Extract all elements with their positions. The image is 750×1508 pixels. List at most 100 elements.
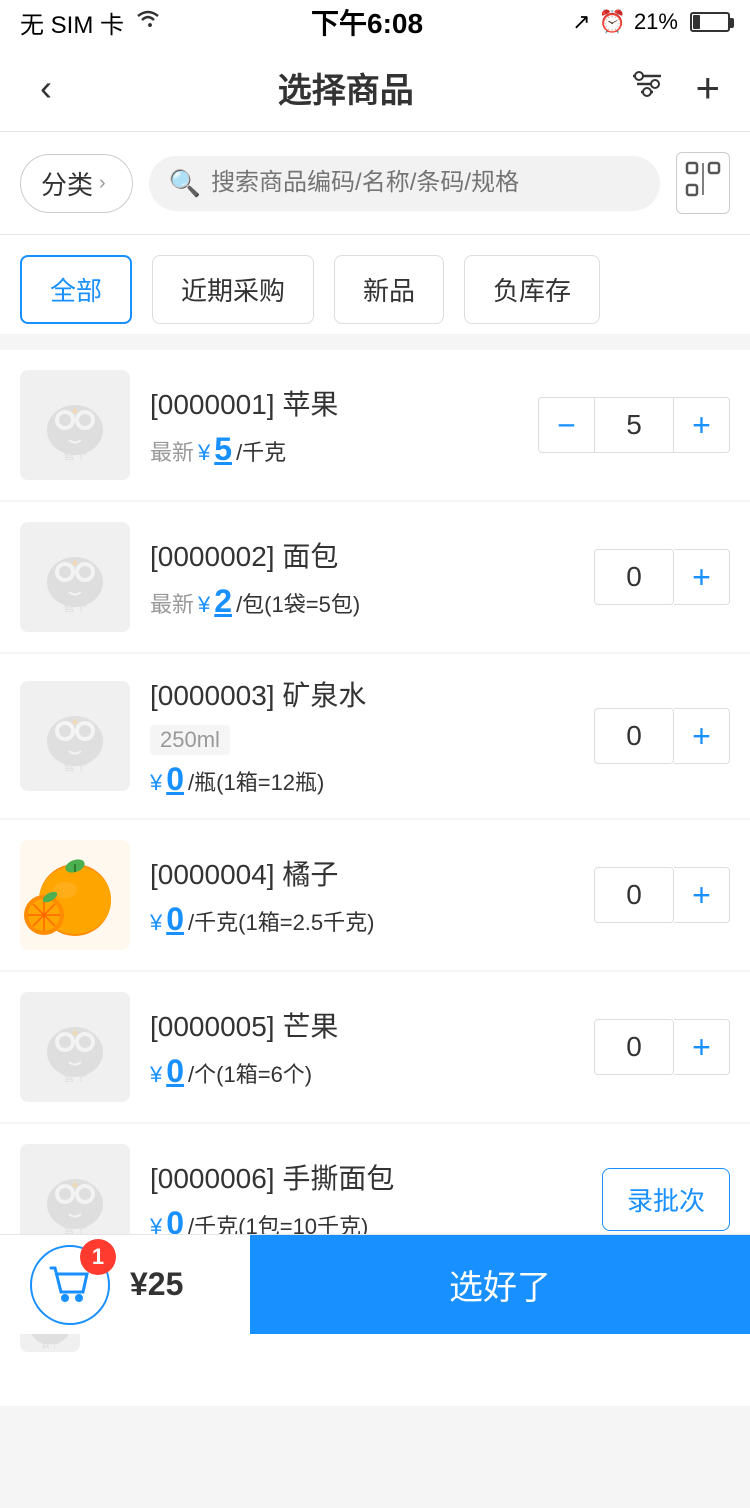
qty-input[interactable] [594, 1019, 674, 1075]
search-input-wrap: 🔍 [149, 156, 660, 211]
list-item: 管十 [0000002] 面包 最新 ¥ 2 /包(1袋=5包) + [0, 502, 750, 652]
price-currency-icon: ¥ [150, 770, 162, 796]
product-thumbnail: 管十 [20, 370, 130, 480]
batch-button[interactable]: 录批次 [602, 1168, 730, 1231]
qty-input[interactable] [594, 397, 674, 453]
product-thumbnail [20, 840, 130, 950]
price-currency-icon: ¥ [198, 592, 210, 618]
search-icon: 🔍 [169, 168, 201, 199]
battery-percent: 21% [634, 9, 678, 35]
cart-icon-button[interactable]: 1 [30, 1245, 110, 1325]
product-info: [0000004] 橘子 ¥ 0 /千克(1箱=2.5千克) [150, 853, 594, 938]
product-info: [0000002] 面包 最新 ¥ 2 /包(1袋=5包) [150, 535, 594, 620]
price-unit: /瓶(1箱=12瓶) [188, 765, 324, 797]
carrier-label: 无 SIM 卡 [20, 5, 124, 40]
product-name: [0000003] 矿泉水 [150, 674, 594, 714]
qty-decrease-button[interactable]: − [538, 397, 594, 453]
quantity-control: + [594, 867, 730, 923]
placeholder-owl-icon: 管十 [35, 1007, 115, 1087]
price-unit: /个(1箱=6个) [188, 1057, 312, 1089]
orange-image-icon [20, 840, 130, 950]
placeholder-owl-icon: 管十 [35, 696, 115, 776]
page-title: 选择商品 [278, 63, 414, 112]
price-unit: /包(1袋=5包) [236, 587, 360, 619]
list-item: 管十 [0000005] 芒果 ¥ 0 /个(1箱=6个) + [0, 972, 750, 1122]
product-info: [0000001] 苹果 最新 ¥ 5 /千克 [150, 383, 538, 468]
scan-icon[interactable] [676, 152, 730, 214]
status-left: 无 SIM 卡 [20, 5, 162, 40]
price-label: 最新 [150, 435, 194, 467]
product-info: [0000003] 矿泉水 250ml ¥ 0 /瓶(1箱=12瓶) [150, 674, 594, 798]
price-value: 0 [166, 901, 184, 938]
qty-input[interactable] [594, 867, 674, 923]
product-price: ¥ 0 /瓶(1箱=12瓶) [150, 761, 594, 798]
qty-increase-button[interactable]: + [674, 867, 730, 923]
wifi-icon [134, 8, 162, 36]
product-name: [0000006] 手撕面包 [150, 1157, 602, 1197]
svg-text:管十: 管十 [63, 599, 87, 614]
price-value: 2 [214, 583, 232, 620]
category-label: 分类 [41, 165, 93, 202]
price-currency-icon: ¥ [198, 440, 210, 466]
product-spec: 250ml [150, 725, 230, 755]
price-currency-icon: ¥ [150, 1062, 162, 1088]
quantity-control: + [594, 708, 730, 764]
svg-text:管十: 管十 [63, 1069, 87, 1084]
placeholder-owl-icon: 管十 [35, 385, 115, 465]
alarm-icon: ⏰ [599, 9, 626, 35]
tab-new[interactable]: 新品 [334, 255, 444, 324]
product-price: 最新 ¥ 2 /包(1袋=5包) [150, 583, 594, 620]
product-name: [0000001] 苹果 [150, 383, 538, 423]
quantity-control: − + [538, 397, 730, 453]
back-button[interactable]: ‹ [30, 57, 62, 119]
list-item: [0000004] 橘子 ¥ 0 /千克(1箱=2.5千克) + [0, 820, 750, 970]
tab-all[interactable]: 全部 [20, 255, 132, 324]
search-input[interactable] [211, 169, 640, 197]
filter-icon[interactable] [629, 67, 665, 109]
nav-bar: ‹ 选择商品 + [0, 44, 750, 132]
qty-increase-button[interactable]: + [674, 549, 730, 605]
product-price: ¥ 0 /个(1箱=6个) [150, 1053, 594, 1090]
price-value: 0 [166, 761, 184, 798]
qty-increase-button[interactable]: + [674, 1019, 730, 1075]
placeholder-owl-icon: 管十 [35, 1159, 115, 1239]
list-item: 管十 [0000001] 苹果 最新 ¥ 5 /千克 − + [0, 350, 750, 500]
product-price: 最新 ¥ 5 /千克 [150, 431, 538, 468]
price-label: 最新 [150, 587, 194, 619]
price-value: 0 [166, 1053, 184, 1090]
location-icon: ↗ [572, 9, 590, 35]
add-icon[interactable]: + [695, 64, 720, 112]
svg-text:管十: 管十 [41, 1339, 59, 1350]
qty-increase-button[interactable]: + [674, 397, 730, 453]
category-button[interactable]: 分类 › [20, 154, 133, 213]
tab-recent[interactable]: 近期采购 [152, 255, 314, 324]
price-currency-icon: ¥ [150, 910, 162, 936]
quantity-control: + [594, 1019, 730, 1075]
price-unit: /千克(1箱=2.5千克) [188, 905, 374, 937]
quantity-control: + [594, 549, 730, 605]
product-name: [0000002] 面包 [150, 535, 594, 575]
cart-section: 1 ¥25 [0, 1245, 250, 1325]
status-right: ↗ ⏰ 21% [572, 9, 730, 35]
list-item: 管十 [0000003] 矿泉水 250ml ¥ 0 /瓶(1箱=12瓶) + [0, 654, 750, 818]
cart-badge: 1 [80, 1239, 116, 1275]
price-unit: /千克 [236, 435, 286, 467]
svg-text:管十: 管十 [63, 447, 87, 462]
cart-total: ¥25 [130, 1266, 183, 1303]
product-info: [0000005] 芒果 ¥ 0 /个(1箱=6个) [150, 1005, 594, 1090]
tab-negative[interactable]: 负库存 [464, 255, 600, 324]
status-bar: 无 SIM 卡 下午6:08 ↗ ⏰ 21% [0, 0, 750, 44]
qty-input[interactable] [594, 549, 674, 605]
qty-input[interactable] [594, 708, 674, 764]
product-thumbnail: 管十 [20, 992, 130, 1102]
product-thumbnail: 管十 [20, 681, 130, 791]
placeholder-owl-icon: 管十 [35, 537, 115, 617]
product-price: ¥ 0 /千克(1箱=2.5千克) [150, 901, 594, 938]
qty-increase-button[interactable]: + [674, 708, 730, 764]
product-thumbnail: 管十 [20, 522, 130, 632]
confirm-button[interactable]: 选好了 [250, 1235, 750, 1334]
nav-actions: + [629, 64, 720, 112]
svg-text:管十: 管十 [63, 758, 87, 773]
battery-icon [690, 12, 730, 32]
filter-tabs: 全部 近期采购 新品 负库存 [0, 235, 750, 334]
